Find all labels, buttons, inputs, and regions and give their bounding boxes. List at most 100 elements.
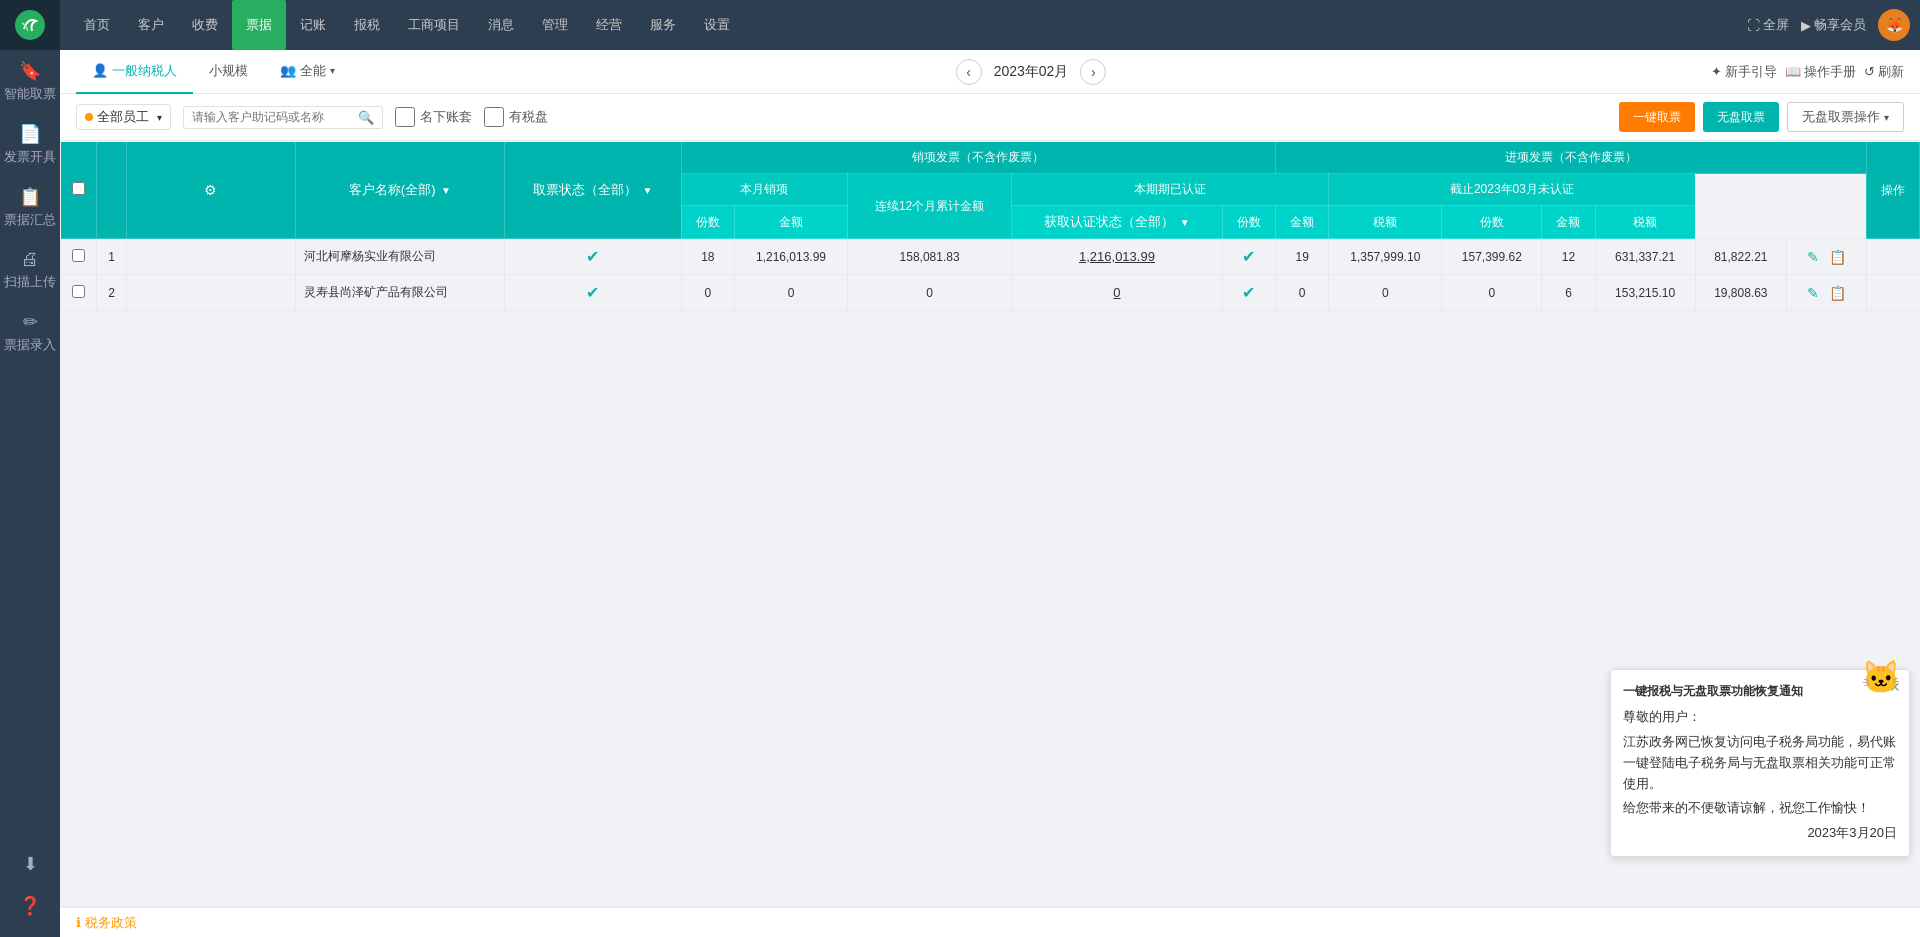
nav-customer[interactable]: 客户 bbox=[124, 0, 178, 50]
user-avatar[interactable]: 🦊 bbox=[1878, 9, 1910, 41]
notification-greeting: 尊敬的用户： bbox=[1623, 707, 1897, 728]
row-cert-amount: 1,357,999.10 bbox=[1329, 239, 1442, 275]
nav-invoice[interactable]: 票据 bbox=[232, 0, 286, 50]
sidebar-item-invoice-summary[interactable]: 📋 票据汇总 bbox=[0, 176, 60, 239]
row-sales-amount: 1,216,013.99 bbox=[734, 239, 847, 275]
sidebar-item-help[interactable]: ❓ bbox=[0, 885, 60, 927]
fullscreen-icon: ⛶ bbox=[1747, 18, 1760, 33]
nav-home[interactable]: 首页 bbox=[70, 0, 124, 50]
table-row: 2 灵寿县尚泽矿产品有限公司 ✔ 0 0 0 0 ✔ 0 0 0 6 153,2… bbox=[61, 275, 1920, 311]
notification-mascot: 🐱 bbox=[1861, 652, 1901, 703]
search-box: 🔍 bbox=[183, 106, 383, 129]
sidebar-item-invoice-open[interactable]: 📄 发票开具 bbox=[0, 113, 60, 176]
tab-row-actions: ✦ 新手引导 📖 操作手册 ↺ 刷新 bbox=[1711, 63, 1904, 81]
view-icon[interactable]: 📋 bbox=[1829, 249, 1846, 265]
general-tax-icon: 👤 bbox=[92, 63, 108, 78]
sidebar-item-scan-upload[interactable]: 🖨 扫描上传 bbox=[0, 239, 60, 301]
next-month-btn[interactable]: › bbox=[1080, 59, 1106, 85]
notification-apology: 给您带来的不便敬请谅解，祝您工作愉快！ bbox=[1623, 798, 1897, 819]
named-accounts-checkbox[interactable] bbox=[395, 107, 415, 127]
row-checkbox[interactable] bbox=[72, 249, 85, 262]
row-fetch-status: ✔ bbox=[504, 275, 681, 311]
one-click-fetch-btn[interactable]: 一键取票 bbox=[1619, 102, 1695, 132]
filter-actions: 一键取票 无盘取票 无盘取票操作 ▾ bbox=[1619, 102, 1904, 132]
row-checkbox[interactable] bbox=[72, 285, 85, 298]
nav-management[interactable]: 管理 bbox=[528, 0, 582, 50]
row-cert-amount: 0 bbox=[1329, 275, 1442, 311]
edit-icon[interactable]: ✎ bbox=[1807, 249, 1819, 265]
sidebar-item-download[interactable]: ⬇ bbox=[0, 843, 60, 885]
sidebar-item-invoice-entry[interactable]: ✏ 票据录入 bbox=[0, 301, 60, 364]
continuous-amount-link[interactable]: 1,216,013.99 bbox=[1079, 249, 1155, 264]
prev-month-btn[interactable]: ‹ bbox=[956, 59, 982, 85]
tab-small-scale[interactable]: 小规模 bbox=[193, 50, 264, 94]
nav-tax[interactable]: 报税 bbox=[340, 0, 394, 50]
sidebar-item-smart-fetch[interactable]: 🔖 智能取票 bbox=[0, 50, 60, 113]
tax-disk-checkbox[interactable] bbox=[484, 107, 504, 127]
named-accounts-filter[interactable]: 名下账套 bbox=[395, 107, 472, 127]
no-disk-fetch-btn[interactable]: 无盘取票 bbox=[1703, 102, 1779, 132]
manual-icon: 📖 bbox=[1785, 64, 1801, 79]
th-no bbox=[97, 142, 127, 239]
th-sales-count: 份数 bbox=[681, 206, 734, 239]
cert-status-filter-icon[interactable]: ▼ bbox=[1180, 217, 1190, 228]
row-customer: 河北柯摩杨实业有限公司 bbox=[295, 239, 504, 275]
th-customer-name: 客户名称(全部) ▼ bbox=[295, 142, 504, 239]
gear-icon[interactable]: ⚙ bbox=[204, 182, 217, 198]
th-purchase-group: 进项发票（不含作废票） bbox=[1276, 142, 1867, 174]
chevron-down-icon: ▾ bbox=[157, 112, 162, 123]
nav-collection[interactable]: 收费 bbox=[178, 0, 232, 50]
member-btn[interactable]: ▶ 畅享会员 bbox=[1801, 16, 1866, 34]
search-input[interactable] bbox=[192, 110, 358, 124]
th-uncert-count: 份数 bbox=[1442, 206, 1542, 239]
fullscreen-btn[interactable]: ⛶ 全屏 bbox=[1747, 16, 1789, 34]
nav-settings[interactable]: 设置 bbox=[690, 0, 744, 50]
row-actions: ✎ 📋 bbox=[1787, 239, 1867, 275]
nav-business[interactable]: 工商项目 bbox=[394, 0, 474, 50]
customer-filter-icon[interactable]: ▼ bbox=[441, 185, 451, 196]
row-checkbox-cell[interactable] bbox=[61, 239, 97, 275]
tab-general-tax[interactable]: 👤 一般纳税人 bbox=[76, 50, 193, 94]
continuous-amount-link[interactable]: 0 bbox=[1113, 285, 1120, 300]
row-no: 1 bbox=[97, 239, 127, 275]
tax-policy-btn[interactable]: ℹ 税务政策 bbox=[76, 914, 137, 932]
row-setting bbox=[127, 275, 296, 311]
nav-operation[interactable]: 经营 bbox=[582, 0, 636, 50]
tab-all-icon: 👥 bbox=[280, 63, 296, 78]
invoice-open-icon: 📄 bbox=[19, 123, 41, 145]
top-navigation: 首页 客户 收费 票据 记账 报税 工商项目 消息 管理 经营 服务 设置 ⛶ … bbox=[60, 0, 1920, 50]
row-cert-tax: 0 bbox=[1442, 275, 1542, 311]
tax-disk-filter[interactable]: 有税盘 bbox=[484, 107, 548, 127]
nav-message[interactable]: 消息 bbox=[474, 0, 528, 50]
cert-status-icon: ✔ bbox=[1242, 248, 1255, 265]
download-icon: ⬇ bbox=[23, 853, 38, 875]
edit-icon[interactable]: ✎ bbox=[1807, 285, 1819, 301]
refresh-btn[interactable]: ↺ 刷新 bbox=[1864, 63, 1904, 81]
th-uncert-tax: 税额 bbox=[1595, 206, 1695, 239]
row-sales-amount: 0 bbox=[734, 275, 847, 311]
select-all-checkbox[interactable] bbox=[72, 182, 85, 195]
nav-accounting[interactable]: 记账 bbox=[286, 0, 340, 50]
row-uncert-count: 12 bbox=[1542, 239, 1595, 275]
tab-row: 👤 一般纳税人 小规模 👥 全能 ▾ ‹ 2023年02月 › ✦ 新手引导 bbox=[60, 50, 1920, 94]
main-table: ⚙ 客户名称(全部) ▼ 取票状态（全部） ▼ 销项发票（不含作废票） 进项发票… bbox=[60, 141, 1920, 311]
employee-filter[interactable]: 全部员工 ▾ bbox=[76, 104, 171, 130]
row-continuous-amount: 0 bbox=[1012, 275, 1223, 311]
row-no: 2 bbox=[97, 275, 127, 311]
guide-btn[interactable]: ✦ 新手引导 bbox=[1711, 63, 1777, 81]
nav-service[interactable]: 服务 bbox=[636, 0, 690, 50]
fetch-status-filter-icon[interactable]: ▼ bbox=[643, 185, 653, 196]
row-setting bbox=[127, 239, 296, 275]
row-sales-tax: 0 bbox=[848, 275, 1012, 311]
no-disk-ops-btn[interactable]: 无盘取票操作 ▾ bbox=[1787, 102, 1904, 132]
notification-date: 2023年3月20日 bbox=[1623, 823, 1897, 844]
search-icon[interactable]: 🔍 bbox=[358, 110, 374, 125]
view-icon[interactable]: 📋 bbox=[1829, 285, 1846, 301]
row-cert-status: ✔ bbox=[1222, 239, 1275, 275]
tab-all[interactable]: 👥 全能 ▾ bbox=[264, 50, 351, 94]
row-checkbox-cell[interactable] bbox=[61, 275, 97, 311]
invoice-entry-icon: ✏ bbox=[23, 311, 38, 333]
manual-btn[interactable]: 📖 操作手册 bbox=[1785, 63, 1856, 81]
filter-row: 全部员工 ▾ 🔍 名下账套 有税盘 一键取票 无盘取票 无盘取票操作 ▾ bbox=[60, 94, 1920, 141]
th-sales-group: 销项发票（不含作废票） bbox=[681, 142, 1275, 174]
